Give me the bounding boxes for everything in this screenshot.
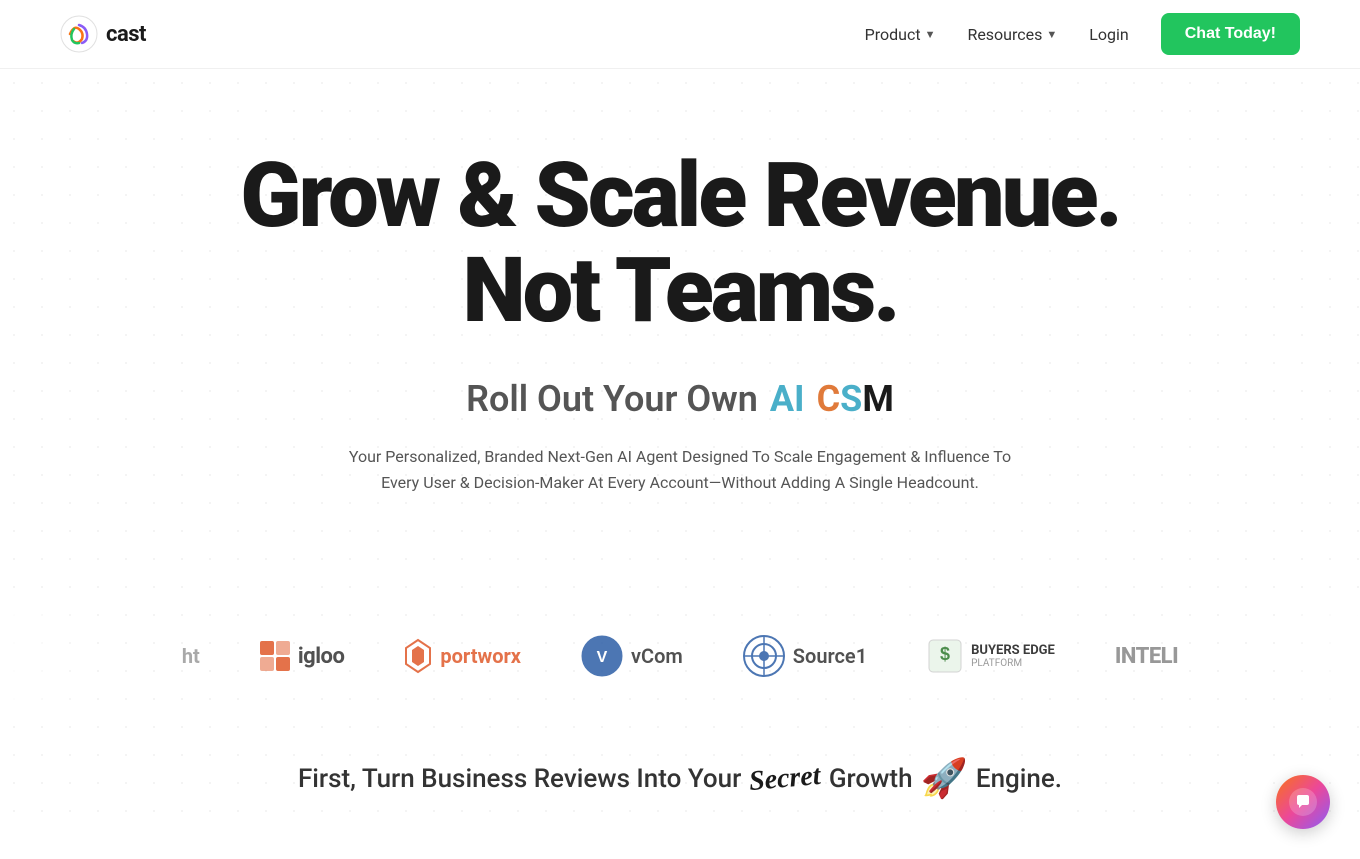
portworx-logo: portworx [404,638,521,674]
logo-text: cast [106,22,146,47]
buyers-edge-subtext: PLATFORM [971,658,1055,669]
navbar: cast Product ▼ Resources ▼ Login Chat To… [0,0,1360,69]
logos-wrapper: ht igloo [0,595,1360,717]
product-menu[interactable]: Product ▼ [865,25,936,44]
inteli-text: INTELI [1115,644,1178,669]
hero-headline: Grow & Scale Revenue. Not Teams. [40,149,1320,338]
bottom-engine: Engine. [976,764,1062,794]
chat-fab-button[interactable] [1276,775,1330,829]
buyers-edge-text: BUYERS EDGE [971,643,1055,659]
source1-icon [743,635,785,677]
hero-description: Your Personalized, Branded Next-Gen AI A… [340,444,1020,495]
hero-subheadline: Roll Out Your Own AI CSM [40,378,1320,420]
ai-label: AI [770,378,805,420]
svg-text:V: V [597,649,608,666]
nav-right: Product ▼ Resources ▼ Login Chat Today! [865,13,1300,55]
resources-chevron-icon: ▼ [1046,28,1057,41]
product-chevron-icon: ▼ [925,28,936,41]
chat-fab-icon [1288,787,1318,817]
igloo-icon [260,641,290,671]
secret-word: Secret [748,760,822,798]
chat-today-button[interactable]: Chat Today! [1161,13,1300,55]
igloo-text: igloo [298,644,345,669]
portworx-icon [404,638,432,674]
partial-left-logo: ht [182,644,200,668]
source1-logo: Source1 [743,635,867,677]
hero-section: Grow & Scale Revenue. Not Teams. Roll Ou… [0,69,1360,595]
vcom-logo: V vCom [581,635,683,677]
cast-logo-icon [60,15,98,53]
rocket-icon: 🚀 [921,757,968,801]
hero-wrapper: Grow & Scale Revenue. Not Teams. Roll Ou… [0,69,1360,821]
buyers-edge-logo: $ BUYERS EDGE PLATFORM [927,638,1055,674]
bottom-prefix: First, Turn Business Reviews Into Your [298,764,741,794]
bottom-tagline: First, Turn Business Reviews Into Your S… [40,757,1320,801]
resources-menu[interactable]: Resources ▼ [967,25,1057,44]
csm-c: C [817,378,841,420]
csm-s: S [840,378,862,420]
csm-m: M [862,378,894,420]
svg-text:$: $ [940,644,950,664]
inteli-logo: INTELI [1115,644,1178,669]
vcom-text: vCom [631,644,683,668]
login-link[interactable]: Login [1089,25,1128,44]
hero-content: Grow & Scale Revenue. Not Teams. Roll Ou… [0,69,1360,821]
logos-strip: ht igloo [0,595,1360,717]
buyers-edge-icon: $ [927,638,963,674]
bottom-suffix: Growth [829,764,913,794]
vcom-icon: V [581,635,623,677]
bottom-section: First, Turn Business Reviews Into Your S… [0,717,1360,821]
logo-link[interactable]: cast [60,15,146,53]
portworx-text: portworx [440,644,521,668]
igloo-logo: igloo [260,641,345,671]
source1-text: Source1 [793,644,867,668]
